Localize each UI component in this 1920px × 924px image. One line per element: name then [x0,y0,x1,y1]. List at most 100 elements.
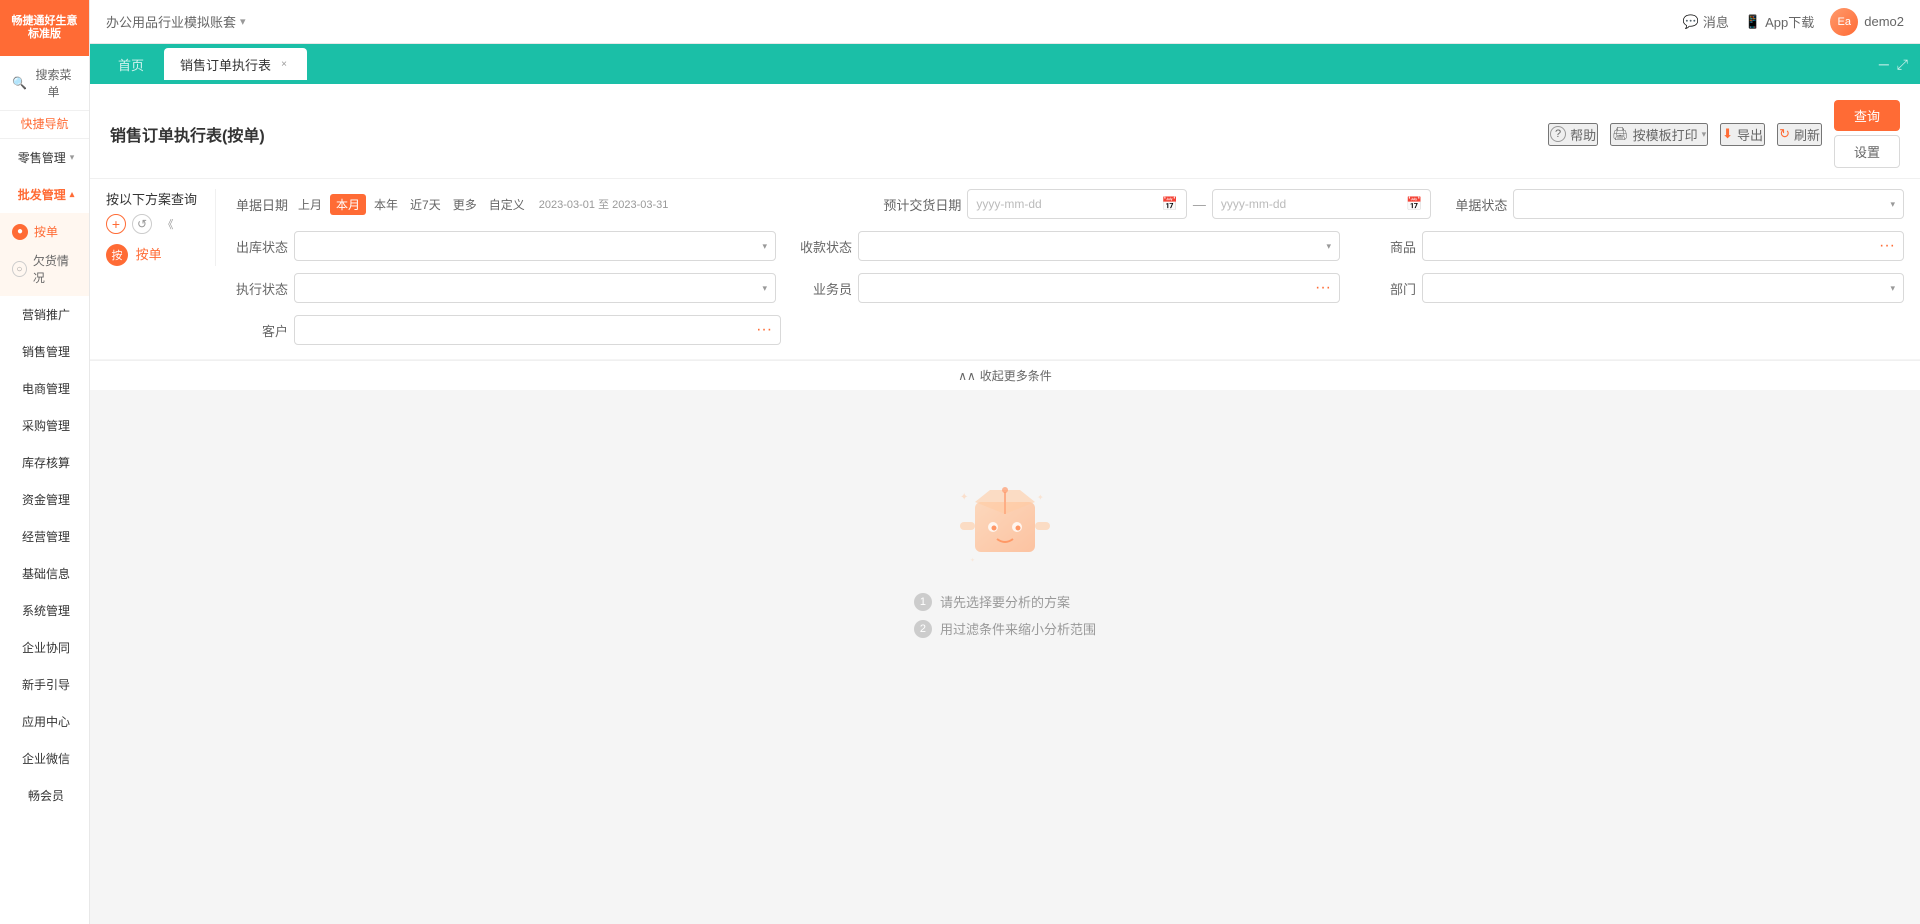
department-chevron-icon: ▾ [1890,283,1895,294]
add-scheme-button[interactable]: + [106,214,126,234]
date-tab-7days[interactable]: 近7天 [406,194,445,215]
sidebar-item-purchase-label: 采购管理 [22,419,70,433]
svg-text:✦: ✦ [970,557,975,564]
expected-delivery-start[interactable]: yyyy-mm-dd 📅 [967,189,1187,219]
sidebar-item-sales-label: 销售管理 [22,345,70,359]
arrears-icon: ○ [12,261,27,277]
search-icon: 🔍 [12,76,27,90]
sidebar-item-inventory[interactable]: 库存核算 [0,444,89,481]
collapse-scheme-button[interactable]: 《 [158,214,178,234]
sidebar-item-member[interactable]: 畅会员 [0,777,89,814]
delivery-status-select[interactable]: ▾ [294,231,776,261]
date-tab-custom[interactable]: 自定义 [485,194,529,215]
tab-minimize-icon[interactable]: ─ [1879,56,1889,72]
message-button[interactable]: 💬 消息 [1683,12,1729,31]
date-tab-more[interactable]: 更多 [449,194,481,215]
calendar-start-icon: 📅 [1162,196,1178,212]
avatar: Ea [1830,8,1858,36]
arrears-label: 欠货情况 [33,252,77,286]
sidebar-item-purchase[interactable]: 采购管理 [0,407,89,444]
query-button[interactable]: 查询 [1834,100,1900,131]
execution-status-select[interactable]: ▾ [294,273,776,303]
calendar-end-icon: 📅 [1406,196,1422,212]
logo-subtext: 标准版 [28,28,61,41]
user-initials: Ea [1838,16,1851,28]
order-date-field: 单据日期 上月 本月 本年 近7天 更多 自定义 2023-03-01 至 20… [228,194,867,215]
sidebar-item-enterprise[interactable]: 企业协同 [0,629,89,666]
expected-delivery-end[interactable]: yyyy-mm-dd 📅 [1212,189,1432,219]
filter-row-4: 客户 ··· [228,315,1904,345]
sidebar-item-wechat-label: 企业微信 [22,752,70,766]
search-menu-button[interactable]: 🔍 搜索菜单 [8,62,81,104]
settings-button[interactable]: 设置 [1834,135,1900,168]
sidebar-item-marketing[interactable]: 营销推广 [0,296,89,333]
refresh-scheme-button[interactable]: ↺ [132,214,152,234]
collapse-bar[interactable]: ∧∧ 收起更多条件 [90,360,1920,390]
scheme-label-row: 按以下方案查询 [106,189,199,208]
tab-home[interactable]: 首页 [102,48,160,80]
user-menu[interactable]: Ea demo2 [1830,8,1904,36]
breadcrumb-dropdown[interactable]: 办公用品行业模拟账套 ▾ [106,12,246,31]
sidebar-item-system[interactable]: 系统管理 [0,592,89,629]
print-label: 按模板打印 [1633,125,1698,144]
active-scheme-item[interactable]: 按 按单 [106,244,199,266]
sidebar-item-retail[interactable]: 零售管理 ▾ [0,139,89,176]
salesperson-dots[interactable]: ··· [1315,279,1331,297]
tip-text-2: 用过滤条件来缩小分析范围 [940,619,1096,638]
date-tab-this-year[interactable]: 本年 [370,194,402,215]
app-download-button[interactable]: 📱 App下载 [1745,12,1814,31]
print-button[interactable]: 🖨 按模板打印 ▾ [1610,123,1708,146]
tab-sales-order[interactable]: 销售订单执行表 × [164,48,307,80]
sidebar-item-wholesale[interactable]: 批发管理 ▴ [0,176,89,213]
sidebar-item-apps[interactable]: 应用中心 [0,703,89,740]
query-label: 查询 [1854,109,1880,124]
date-tab-this-month[interactable]: 本月 [330,194,366,215]
sidebar-item-ecommerce-label: 电商管理 [22,382,70,396]
execution-status-field: 执行状态 ▾ [228,273,776,303]
header-right: 💬 消息 📱 App下载 Ea demo2 [1683,8,1904,36]
export-icon: ⬇ [1722,126,1733,142]
customer-dots[interactable]: ··· [756,321,772,339]
sidebar-item-wechat[interactable]: 企业微信 [0,740,89,777]
payment-status-select[interactable]: ▾ [858,231,1340,261]
salesperson-label: 业务员 [792,279,852,298]
department-select[interactable]: ▾ [1422,273,1904,303]
sidebar-item-finance[interactable]: 资金管理 [0,481,89,518]
sub-item-arrears[interactable]: ○ 欠货情况 [0,246,89,292]
app-download-label: App下载 [1765,12,1814,31]
refresh-button[interactable]: ↻ 刷新 [1777,123,1822,146]
payment-chevron-icon: ▾ [1326,241,1331,252]
tab-close-button[interactable]: × [277,57,291,71]
search-menu-label: 搜索菜单 [30,66,77,100]
sidebar-item-operations[interactable]: 经营管理 [0,518,89,555]
app-download-icon: 📱 [1745,14,1761,30]
active-scheme-label: 按 [112,247,123,263]
tip-text-1: 请先选择要分析的方案 [940,592,1070,611]
department-label: 部门 [1356,279,1416,298]
collapse-button[interactable]: ∧∧ 收起更多条件 [958,367,1052,384]
tab-bar: 首页 销售订单执行表 × ─ ⤢ [90,44,1920,84]
date-tab-last-month[interactable]: 上月 [294,194,326,215]
export-button[interactable]: ⬇ 导出 [1720,123,1765,146]
empty-state: ✦ ✦ ✦ 1 请先选择要分析的方案 2 用过滤条件来缩小分析范围 [90,392,1920,718]
app-logo: 畅捷通好生意 标准版 [0,0,89,56]
sub-item-press-single[interactable]: ● 按单 [0,217,89,246]
payment-status-label: 收款状态 [792,237,852,256]
customer-select[interactable]: ··· [294,315,781,345]
help-button[interactable]: ? 帮助 [1548,123,1598,146]
salesperson-select[interactable]: ··· [858,273,1340,303]
order-status-select[interactable]: ▾ [1513,189,1904,219]
settings-label: 设置 [1854,145,1880,160]
sidebar-item-ecommerce[interactable]: 电商管理 [0,370,89,407]
delivery-chevron-icon: ▾ [762,241,767,252]
expected-end-placeholder: yyyy-mm-dd [1221,197,1286,211]
goods-select[interactable]: ··· [1422,231,1904,261]
sidebar-item-system-label: 系统管理 [22,604,70,618]
filter-row-3: 执行状态 ▾ 业务员 ··· [228,273,1904,303]
sidebar-item-newbie[interactable]: 新手引导 [0,666,89,703]
goods-dots[interactable]: ··· [1879,237,1895,255]
sidebar: 畅捷通好生意 标准版 🔍 搜索菜单 快捷导航 零售管理 ▾ 批发管理 ▴ ● 按… [0,0,90,924]
sidebar-item-sales[interactable]: 销售管理 [0,333,89,370]
sidebar-item-basic[interactable]: 基础信息 [0,555,89,592]
tab-maximize-icon[interactable]: ⤢ [1897,56,1908,73]
